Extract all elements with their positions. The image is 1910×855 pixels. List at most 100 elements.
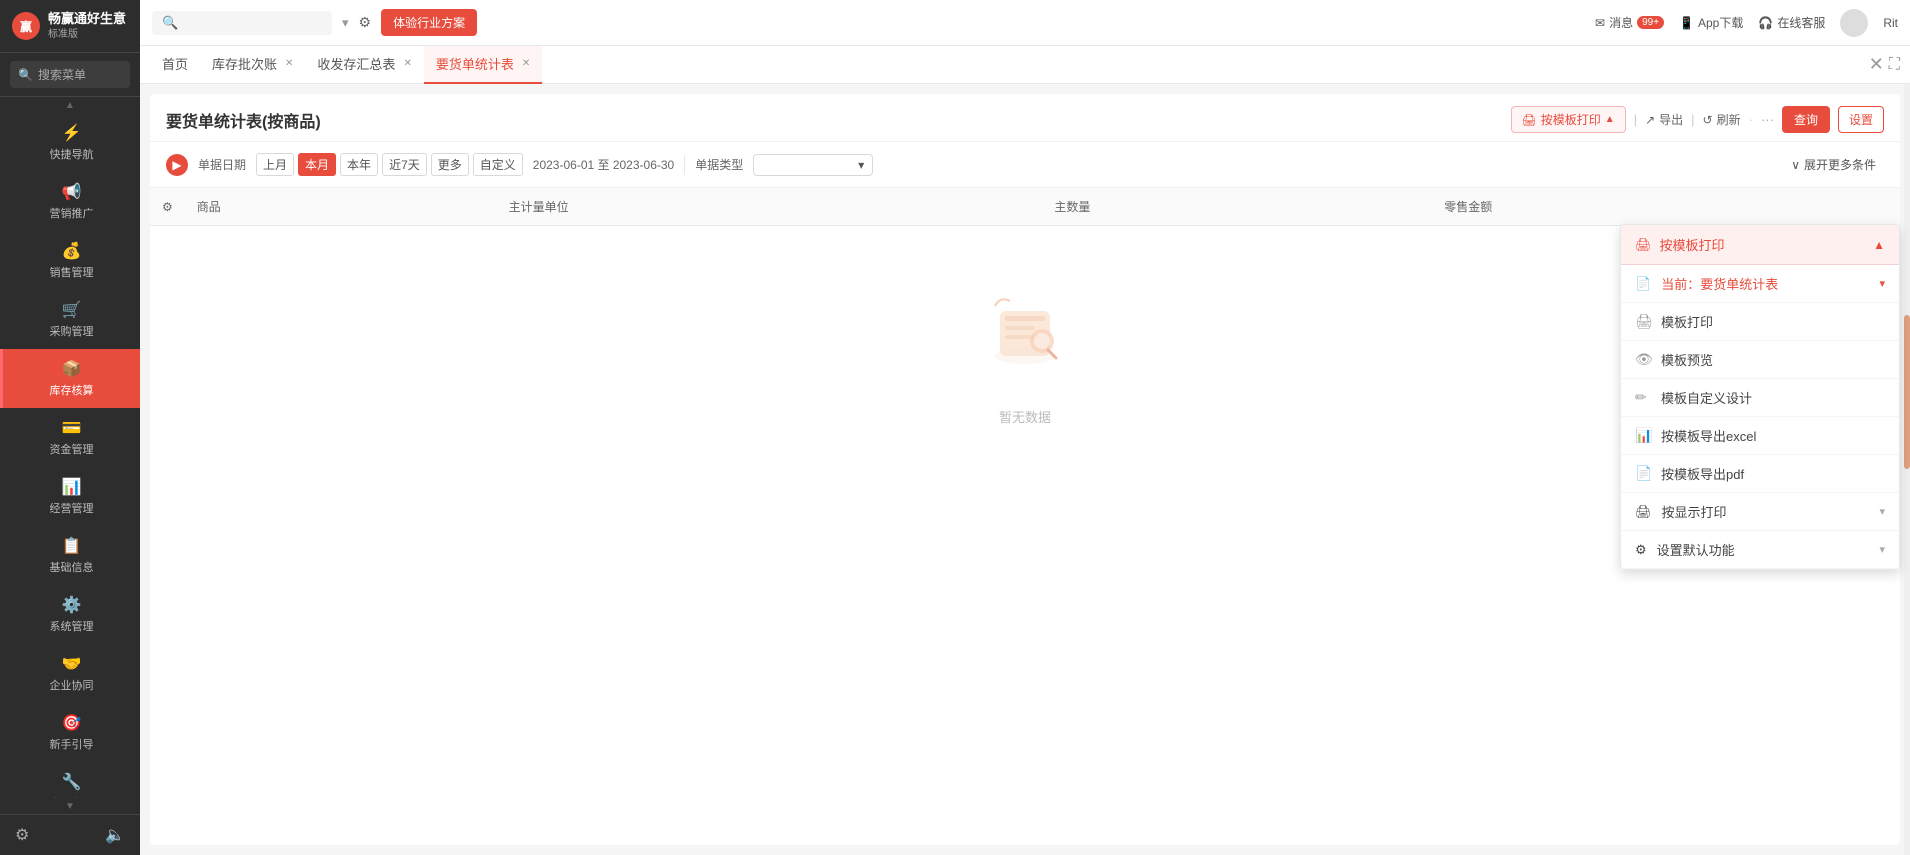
user-name: Rit bbox=[1883, 16, 1898, 30]
expand-tabs-button[interactable]: ⛶ bbox=[1889, 56, 1900, 74]
dropdown-template-print[interactable]: 🖨 模板打印 bbox=[1621, 303, 1899, 341]
dropdown-template-preview[interactable]: 👁 模板预览 bbox=[1621, 341, 1899, 379]
sidebar-item-operations[interactable]: 📊 经营管理 bbox=[0, 467, 140, 526]
topbar-search-input[interactable] bbox=[183, 16, 303, 30]
scrollbar-thumb[interactable] bbox=[1904, 315, 1910, 469]
last-month-button[interactable]: 上月 bbox=[256, 153, 294, 176]
sidebar-item-appstore[interactable]: 🔧 应用中心 bbox=[0, 762, 140, 798]
industry-solution-button[interactable]: 体验行业方案 bbox=[381, 9, 477, 36]
sidebar-item-sales[interactable]: 💰 销售管理 bbox=[0, 231, 140, 290]
sidebar-item-system[interactable]: ⚙️ 系统管理 bbox=[0, 585, 140, 644]
filter-bar: ▶ 单据日期 上月 本月 本年 近7天 更多 自定义 2023-06-01 至 … bbox=[150, 142, 1900, 188]
tab-inventory-batch-close[interactable]: ✕ bbox=[285, 58, 293, 69]
query-button[interactable]: 查询 bbox=[1782, 106, 1830, 133]
topbar-dropdown-arrow[interactable]: ▾ bbox=[342, 15, 349, 31]
divider-3: · bbox=[1749, 112, 1753, 127]
marketing-label: 营销推广 bbox=[50, 205, 94, 221]
tab-order-stats[interactable]: 要货单统计表 ✕ bbox=[424, 46, 542, 84]
print-template-button[interactable]: 🖨 按模板打印 ▲ bbox=[1511, 106, 1626, 133]
sidebar-item-marketing[interactable]: 📢 营销推广 bbox=[0, 172, 140, 231]
display-print-left: 🖨 按显示打印 bbox=[1635, 502, 1727, 521]
template-pdf-label: 按模板导出pdf bbox=[1661, 464, 1744, 483]
app-download-button[interactable]: 📱 App下载 bbox=[1679, 14, 1743, 31]
display-print-icon: 🖨 bbox=[1635, 504, 1652, 520]
more-date-button[interactable]: 更多 bbox=[431, 153, 469, 176]
messages-button[interactable]: ✉ 消息 99+ bbox=[1595, 14, 1664, 31]
custom-date-button[interactable]: 自定义 bbox=[473, 153, 523, 176]
sidebar-item-finance[interactable]: 💳 资金管理 bbox=[0, 408, 140, 467]
tab-order-stats-close[interactable]: ✕ bbox=[522, 58, 530, 69]
divider-2: | bbox=[1691, 112, 1694, 127]
this-month-button[interactable]: 本月 bbox=[298, 153, 336, 176]
sidebar-item-inventory[interactable]: 📦 库存核算 bbox=[0, 349, 140, 408]
sidebar: 赢 畅赢通好生意 标准版 🔍 搜索菜单 ▲ ⚡ 快捷导航 📢 营销推广 💰 销售… bbox=[0, 0, 140, 855]
column-settings-icon[interactable]: ⚙ bbox=[162, 200, 173, 214]
sidebar-item-purchase[interactable]: 🛒 采购管理 bbox=[0, 290, 140, 349]
basic-label: 基础信息 bbox=[50, 559, 94, 575]
tab-collect-summary[interactable]: 收发存汇总表 ✕ bbox=[305, 46, 423, 84]
settings-gear-icon[interactable]: ⚙ bbox=[15, 825, 29, 845]
content-area: 要货单统计表(按商品) 🖨 按模板打印 ▲ | ↗ 导出 | ↺ bbox=[140, 84, 1910, 855]
dropdown-template-pdf[interactable]: 📄 按模板导出pdf bbox=[1621, 455, 1899, 493]
system-label: 系统管理 bbox=[50, 618, 94, 634]
template-custom-label: 模板自定义设计 bbox=[1661, 388, 1752, 407]
empty-illustration bbox=[980, 286, 1070, 395]
th-settings[interactable]: ⚙ bbox=[150, 188, 185, 226]
customer-service-button[interactable]: 🎧 在线客服 bbox=[1758, 14, 1825, 31]
more-actions-icon[interactable]: ··· bbox=[1761, 112, 1774, 127]
page-actions: 🖨 按模板打印 ▲ | ↗ 导出 | ↺ 刷新 · ··· bbox=[1511, 106, 1884, 133]
sidebar-item-enterprise[interactable]: 🤝 企业协同 bbox=[0, 644, 140, 703]
date-range-text: 2023-06-01 至 2023-06-30 bbox=[533, 156, 674, 173]
topbar-settings-button[interactable]: ⚙ bbox=[359, 14, 372, 31]
expand-conditions-button[interactable]: ∨ 展开更多条件 bbox=[1783, 152, 1884, 177]
export-button[interactable]: ↗ 导出 bbox=[1645, 111, 1683, 128]
dropdown-template-custom[interactable]: ✏ 模板自定义设计 bbox=[1621, 379, 1899, 417]
sidebar-item-guide[interactable]: 🎯 新手引导 bbox=[0, 703, 140, 762]
search-icon: 🔍 bbox=[18, 68, 33, 82]
finance-icon: 💳 bbox=[62, 418, 82, 438]
guide-label: 新手引导 bbox=[50, 736, 94, 752]
main-area: 🔍 ▾ ⚙ 体验行业方案 ✉ 消息 99+ 📱 App下载 🎧 在线客服 Rit bbox=[140, 0, 1910, 855]
user-avatar[interactable] bbox=[1840, 9, 1868, 37]
default-func-arrow: ▾ bbox=[1879, 543, 1885, 556]
template-print-label: 模板打印 bbox=[1661, 312, 1713, 331]
dropdown-template-excel[interactable]: 📊 按模板导出excel bbox=[1621, 417, 1899, 455]
scroll-down-area: ▼ bbox=[0, 798, 140, 814]
sidebar-item-quick-nav[interactable]: ⚡ 快捷导航 bbox=[0, 113, 140, 172]
this-year-button[interactable]: 本年 bbox=[340, 153, 378, 176]
refresh-icon: ↺ bbox=[1703, 113, 1713, 127]
template-excel-icon: 📊 bbox=[1635, 427, 1651, 444]
scrollbar-track bbox=[1904, 84, 1910, 855]
refresh-button[interactable]: ↺ 刷新 bbox=[1703, 111, 1741, 128]
settings-button[interactable]: 设置 bbox=[1838, 106, 1884, 133]
dropdown-default-func[interactable]: ⚙ 设置默认功能 ▾ bbox=[1621, 531, 1899, 569]
search-menu-button[interactable]: 🔍 搜索菜单 bbox=[10, 61, 130, 88]
inventory-icon: 📦 bbox=[62, 359, 82, 379]
template-pdf-icon: 📄 bbox=[1635, 465, 1651, 482]
appstore-icon: 🔧 bbox=[62, 772, 82, 792]
tab-collect-summary-close[interactable]: ✕ bbox=[403, 58, 411, 69]
basic-icon: 📋 bbox=[62, 536, 82, 556]
enterprise-label: 企业协同 bbox=[50, 677, 94, 693]
dropdown-current-item[interactable]: 📄 当前：要货单统计表 ▾ bbox=[1621, 265, 1899, 303]
expand-icon: ∨ bbox=[1791, 158, 1800, 172]
topbar-right-area: ✉ 消息 99+ 📱 App下载 🎧 在线客服 Rit bbox=[1595, 9, 1898, 37]
finance-label: 资金管理 bbox=[50, 441, 94, 457]
order-type-select[interactable]: ▾ bbox=[753, 154, 873, 176]
tab-inventory-batch[interactable]: 库存批次账 ✕ bbox=[200, 46, 305, 84]
sidebar-search[interactable]: 🔍 搜索菜单 bbox=[0, 53, 140, 97]
tab-inventory-batch-label: 库存批次账 bbox=[212, 54, 277, 73]
close-all-tabs-button[interactable]: ✕ bbox=[1869, 54, 1884, 75]
dropdown-collapse-arrow[interactable]: ▲ bbox=[1873, 238, 1885, 252]
speaker-icon[interactable]: 🔈 bbox=[105, 825, 125, 845]
topbar-search-area: 🔍 bbox=[152, 11, 332, 35]
filter-expand-button[interactable]: ▶ bbox=[166, 154, 188, 176]
sidebar-item-basic[interactable]: 📋 基础信息 bbox=[0, 526, 140, 585]
last-7-days-button[interactable]: 近7天 bbox=[382, 153, 427, 176]
dropdown-display-print[interactable]: 🖨 按显示打印 ▾ bbox=[1621, 493, 1899, 531]
marketing-icon: 📢 bbox=[62, 182, 82, 202]
empty-text: 暂无数据 bbox=[999, 407, 1051, 426]
divider-1: | bbox=[1634, 112, 1637, 127]
tab-home[interactable]: 首页 bbox=[150, 46, 200, 84]
current-template-label: 当前：要货单统计表 bbox=[1661, 274, 1778, 293]
